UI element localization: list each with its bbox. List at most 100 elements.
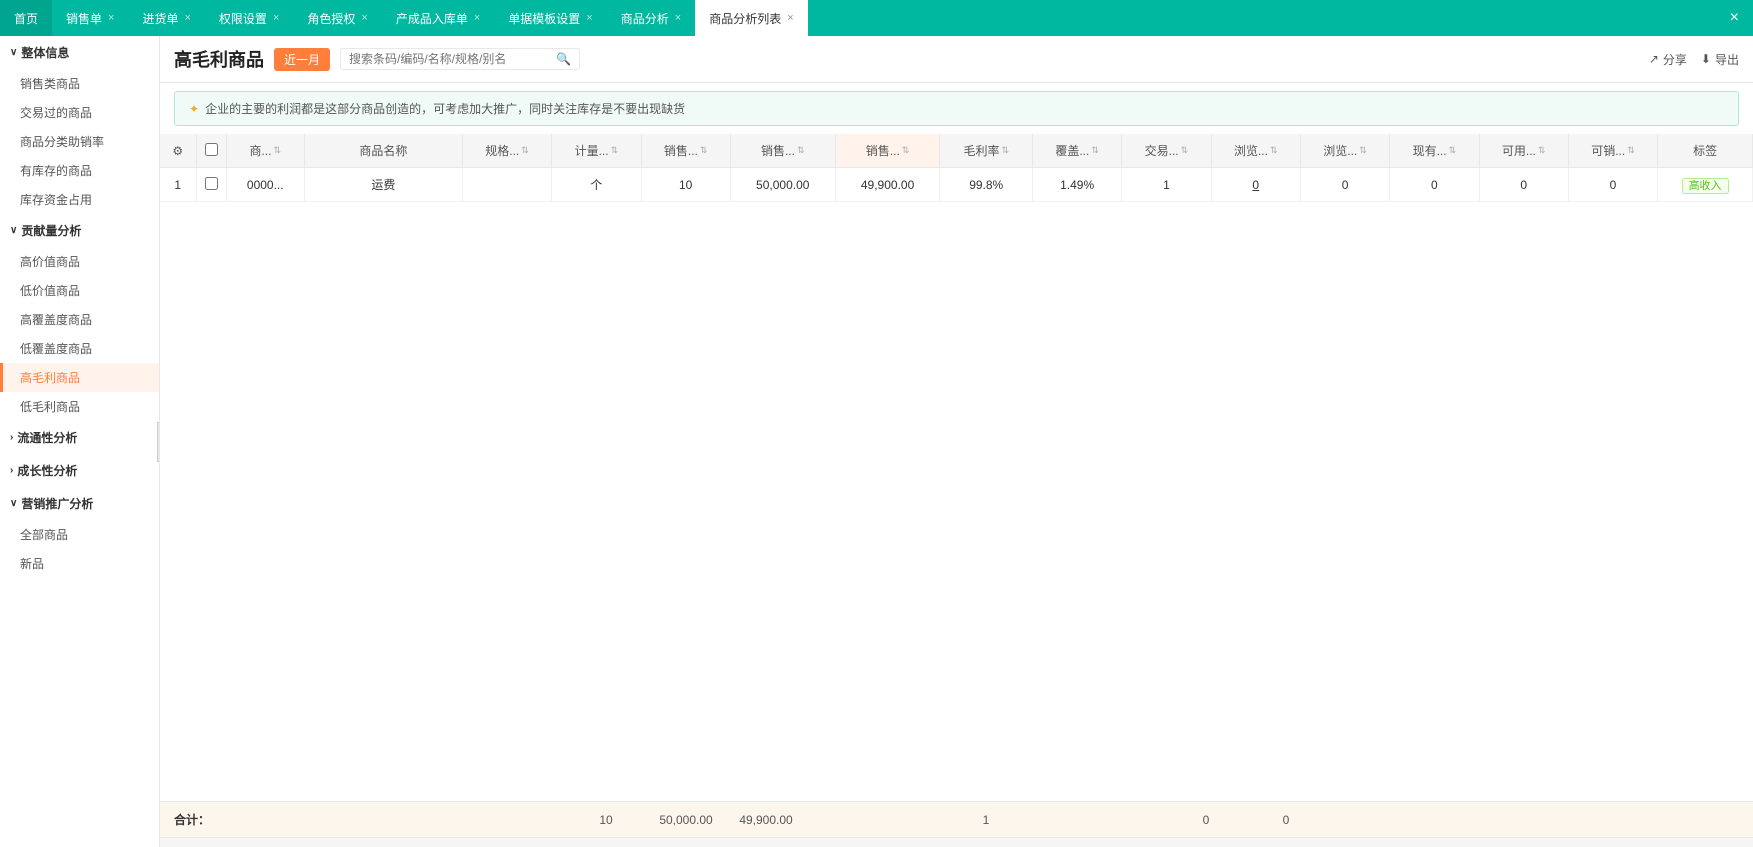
row-unit: 个	[552, 168, 641, 202]
nav-sales-order[interactable]: 销售单 ×	[52, 0, 128, 36]
col-sales2[interactable]: 销售... ⇅	[730, 134, 835, 168]
col-sales3[interactable]: 销售... ⇅	[835, 134, 940, 168]
col-unit[interactable]: 计量... ⇅	[552, 134, 641, 168]
sidebar-item-category-rate[interactable]: 商品分类助销率	[0, 127, 159, 156]
sidebar-group-liquidity[interactable]: › 流通性分析	[0, 421, 159, 454]
sidebar-item-low-coverage[interactable]: 低覆盖度商品	[0, 334, 159, 363]
settings-icon[interactable]: ⚙	[172, 144, 183, 158]
top-nav: 首页 销售单 × 进货单 × 权限设置 × 角色授权 × 产成品入库单 × 单据…	[0, 0, 1753, 36]
row-sales2: 50,000.00	[730, 168, 835, 202]
sidebar-item-new-products[interactable]: 新品	[0, 549, 159, 578]
search-input[interactable]	[349, 52, 552, 66]
sidebar-item-high-margin[interactable]: 高毛利商品	[0, 363, 159, 392]
sidebar-item-low-margin[interactable]: 低毛利商品	[0, 392, 159, 421]
close-template-settings[interactable]: ×	[586, 12, 592, 24]
filter-recent-month[interactable]: 近一月	[274, 48, 330, 71]
close-product-analysis[interactable]: ×	[675, 12, 681, 24]
sidebar-item-low-value[interactable]: 低价值商品	[0, 276, 159, 305]
sidebar-group-overall[interactable]: ∨ 整体信息	[0, 36, 159, 69]
close-purchase-order[interactable]: ×	[184, 12, 190, 24]
footer-sales1: 10	[566, 813, 646, 827]
nav-product-analysis-list[interactable]: 商品分析列表 ×	[695, 0, 807, 36]
data-table: ⚙ 商... ⇅ 商品名称	[160, 134, 1753, 202]
row-checkbox-cell	[196, 168, 226, 202]
row-checkbox[interactable]	[205, 177, 218, 190]
col-current[interactable]: 现有... ⇅	[1390, 134, 1479, 168]
search-box[interactable]: 🔍	[340, 48, 580, 70]
search-icon[interactable]: 🔍	[556, 52, 571, 66]
total-label: 合计：	[174, 811, 210, 828]
sidebar-item-stock-capital[interactable]: 库存资金占用	[0, 185, 159, 214]
nav-role-auth[interactable]: 角色授权 ×	[293, 0, 381, 36]
sidebar-item-high-value[interactable]: 高价值商品	[0, 247, 159, 276]
export-button[interactable]: ⬇ 导出	[1701, 51, 1739, 68]
content-header: 高毛利商品 近一月 🔍 ↗ 分享 ⬇ 导出	[160, 36, 1753, 83]
close-permissions[interactable]: ×	[273, 12, 279, 24]
row-saleable: 0	[1568, 168, 1657, 202]
content-area: 高毛利商品 近一月 🔍 ↗ 分享 ⬇ 导出 ✦ 企业的主要的利润都是这部分商品创…	[160, 36, 1753, 847]
col-checkbox	[196, 134, 226, 168]
col-saleable[interactable]: 可销... ⇅	[1568, 134, 1657, 168]
col-code[interactable]: 商... ⇅	[226, 134, 304, 168]
row-transaction: 1	[1122, 168, 1211, 202]
sidebar-item-high-coverage[interactable]: 高覆盖度商品	[0, 305, 159, 334]
browse1-link[interactable]: 0	[1252, 178, 1259, 192]
close-product-analysis-list[interactable]: ×	[787, 12, 793, 24]
close-sales-order[interactable]: ×	[108, 12, 114, 24]
select-all-checkbox[interactable]	[205, 143, 218, 156]
sort-code-icon: ⇅	[273, 145, 281, 156]
share-button[interactable]: ↗ 分享	[1649, 51, 1687, 68]
col-transaction[interactable]: 交易... ⇅	[1122, 134, 1211, 168]
col-browse1[interactable]: 浏览... ⇅	[1211, 134, 1300, 168]
main-layout: « ∨ 整体信息 销售类商品 交易过的商品 商品分类助销率 有库存的商品 库存资…	[0, 36, 1753, 847]
sort-gross-rate-icon: ⇅	[1001, 145, 1009, 156]
bottom-scrollbar[interactable]	[160, 837, 1753, 847]
col-spec[interactable]: 规格... ⇅	[462, 134, 551, 168]
col-available[interactable]: 可用... ⇅	[1479, 134, 1568, 168]
col-gross-rate[interactable]: 毛利率 ⇅	[940, 134, 1032, 168]
nav-purchase-order[interactable]: 进货单 ×	[128, 0, 204, 36]
sidebar-item-all-goods[interactable]: 全部商品	[0, 520, 159, 549]
info-icon: ✦	[189, 102, 199, 116]
sort-saleable-icon: ⇅	[1627, 145, 1635, 156]
page-title: 高毛利商品	[174, 46, 264, 72]
row-browse1[interactable]: 0	[1211, 168, 1300, 202]
table-body: 1 0000... 运费 个 10 50,000.00 49,900.00 99…	[160, 168, 1753, 202]
tag-badge: 高收入	[1682, 178, 1729, 194]
table-wrapper: ⚙ 商... ⇅ 商品名称	[160, 134, 1753, 801]
arrow-overall: ∨	[10, 47, 17, 58]
close-product-inbound[interactable]: ×	[474, 12, 480, 24]
sidebar-item-in-stock[interactable]: 有库存的商品	[0, 156, 159, 185]
col-browse2[interactable]: 浏览... ⇅	[1300, 134, 1389, 168]
footer-current: 0	[1166, 813, 1246, 827]
nav-home[interactable]: 首页	[0, 0, 52, 36]
row-spec	[462, 168, 551, 202]
sidebar-item-sales-goods[interactable]: 销售类商品	[0, 69, 159, 98]
col-tag[interactable]: 标签	[1658, 134, 1753, 168]
row-code: 0000...	[226, 168, 304, 202]
nav-product-analysis[interactable]: 商品分析 ×	[607, 0, 695, 36]
arrow-liquidity: ›	[10, 432, 13, 443]
sidebar-group-contribution[interactable]: ∨ 贡献量分析	[0, 214, 159, 247]
close-role-auth[interactable]: ×	[361, 12, 367, 24]
col-settings[interactable]: ⚙	[160, 134, 196, 168]
sidebar-group-marketing[interactable]: ∨ 营销推广分析	[0, 487, 159, 520]
close-all-tabs[interactable]: ×	[1716, 0, 1753, 36]
col-sales1[interactable]: 销售... ⇅	[641, 134, 730, 168]
share-icon: ↗	[1649, 52, 1659, 66]
arrow-contribution: ∨	[10, 225, 17, 236]
row-available: 0	[1479, 168, 1568, 202]
sort-transaction-icon: ⇅	[1181, 145, 1189, 156]
col-coverage[interactable]: 覆盖... ⇅	[1032, 134, 1121, 168]
nav-product-inbound[interactable]: 产成品入库单 ×	[382, 0, 494, 36]
col-name[interactable]: 商品名称	[304, 134, 462, 168]
nav-template-settings[interactable]: 单据模板设置 ×	[494, 0, 606, 36]
sort-available-icon: ⇅	[1538, 145, 1546, 156]
sidebar-collapse-btn[interactable]: «	[157, 422, 160, 462]
nav-permissions[interactable]: 权限设置 ×	[205, 0, 293, 36]
arrow-growth: ›	[10, 465, 13, 476]
sidebar-item-traded-goods[interactable]: 交易过的商品	[0, 98, 159, 127]
row-index: 1	[160, 168, 196, 202]
info-banner: ✦ 企业的主要的利润都是这部分商品创造的，可考虑加大推广，同时关注库存是不要出现…	[174, 91, 1739, 126]
sidebar-group-growth[interactable]: › 成长性分析	[0, 454, 159, 487]
